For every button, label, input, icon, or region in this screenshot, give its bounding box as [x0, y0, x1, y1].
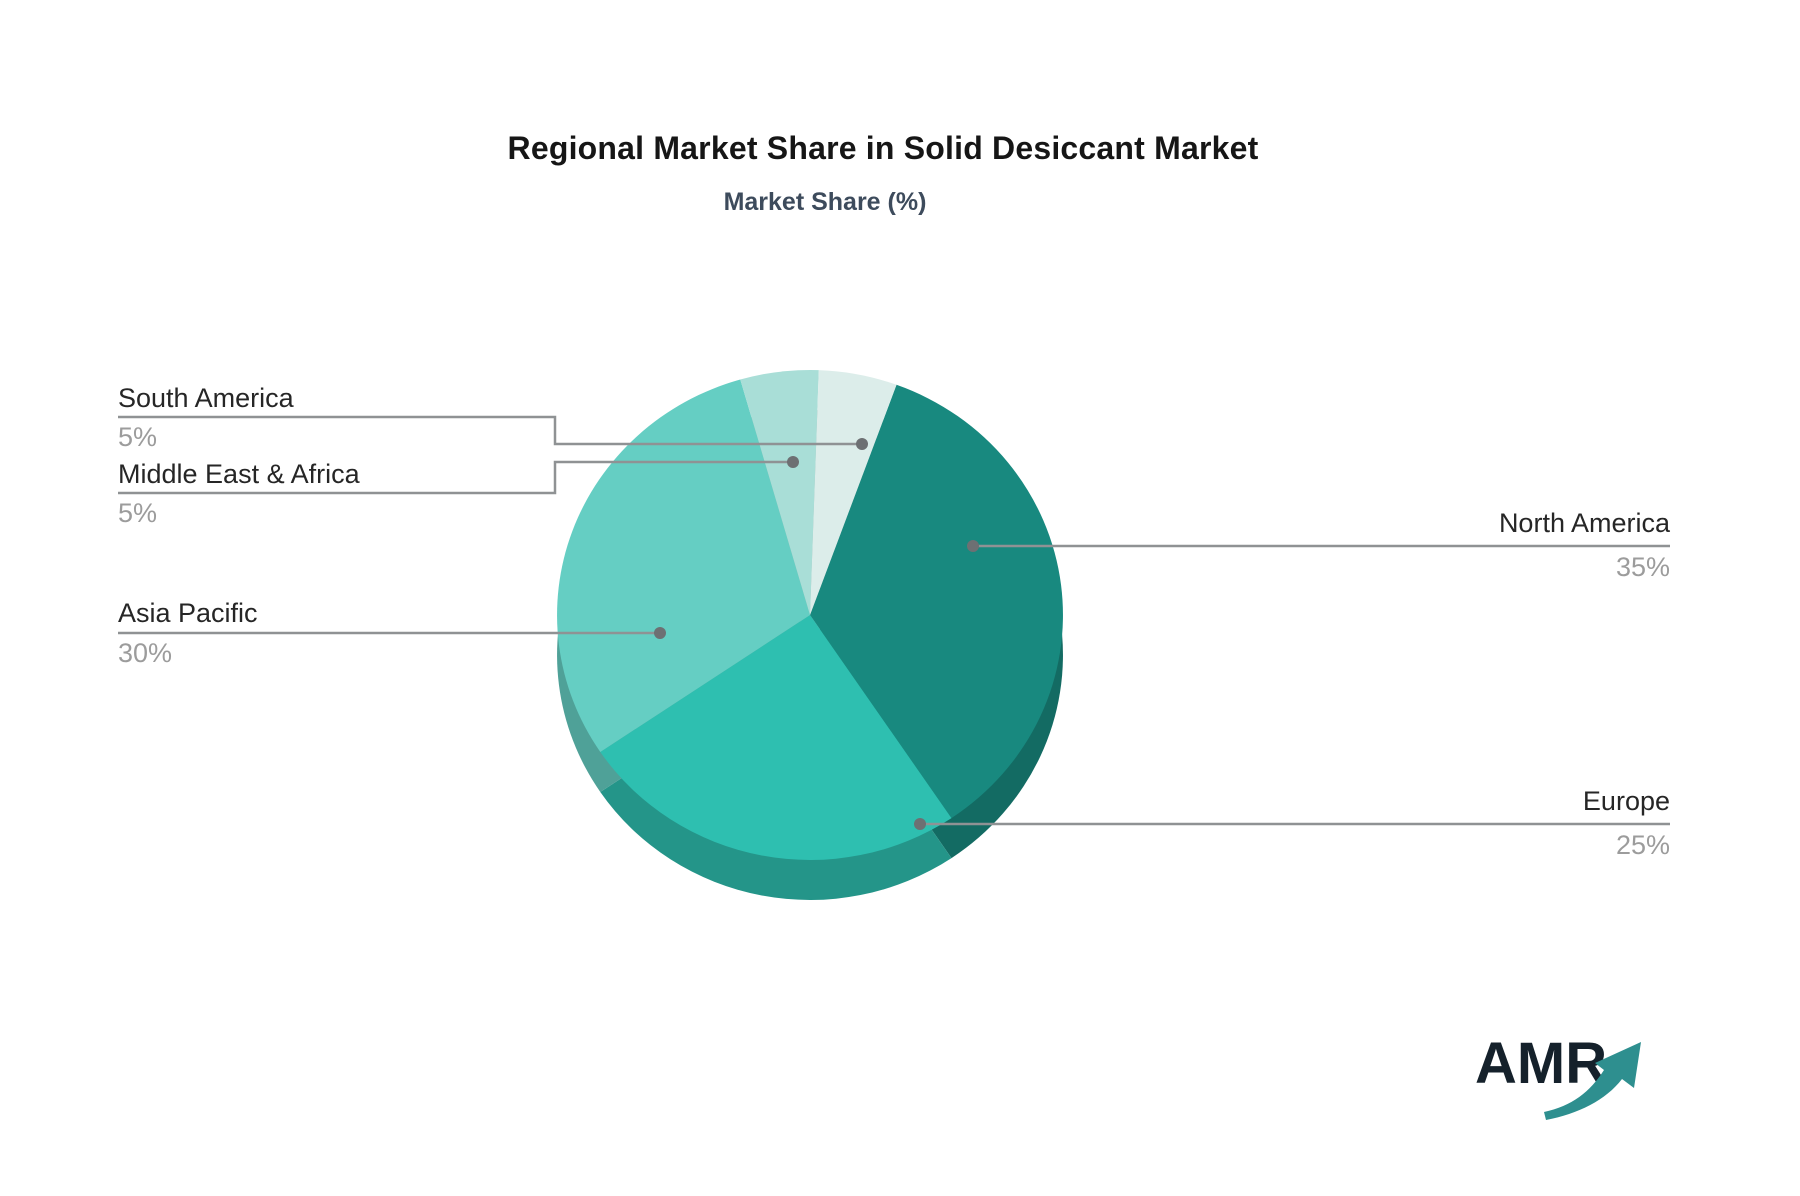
label-europe-name: Europe	[1582, 786, 1670, 816]
label-middle-east-africa: Middle East & Africa	[118, 459, 360, 489]
label-north-america-value: 35%	[1615, 552, 1670, 582]
label-europe-value: 25%	[1615, 830, 1670, 860]
growth-arrow-icon	[1544, 1042, 1641, 1120]
label-south-america-value: 5%	[118, 422, 158, 452]
label-middle-east-africa-value: 5%	[118, 498, 158, 528]
value-europe: 25%	[1210, 830, 1670, 860]
label-south-america-name: South America	[118, 383, 294, 413]
value-asia-pacific: 30%	[118, 638, 172, 668]
label-south-america: South America	[118, 383, 294, 413]
callout-dot-north-america	[967, 540, 979, 552]
value-south-america: 5%	[118, 422, 157, 452]
label-north-america-name: North America	[1498, 508, 1670, 538]
callout-dot-middle-east-africa	[787, 456, 799, 468]
value-north-america: 35%	[1210, 552, 1670, 582]
label-europe: Europe	[1210, 786, 1670, 816]
label-north-america: North America	[1210, 508, 1670, 538]
value-middle-east-africa: 5%	[118, 498, 157, 528]
label-asia-pacific-value: 30%	[118, 638, 173, 668]
pie-chart-canvas	[118, 369, 1670, 900]
callout-dot-asia-pacific	[654, 627, 666, 639]
label-middle-east-africa-name: Middle East & Africa	[118, 459, 360, 489]
callout-dot-europe	[914, 818, 926, 830]
label-asia-pacific-name: Asia Pacific	[118, 598, 258, 628]
amr-logo: AMR	[1470, 1022, 1680, 1132]
callout-dot-south-america	[856, 438, 868, 450]
label-asia-pacific: Asia Pacific	[118, 598, 258, 628]
